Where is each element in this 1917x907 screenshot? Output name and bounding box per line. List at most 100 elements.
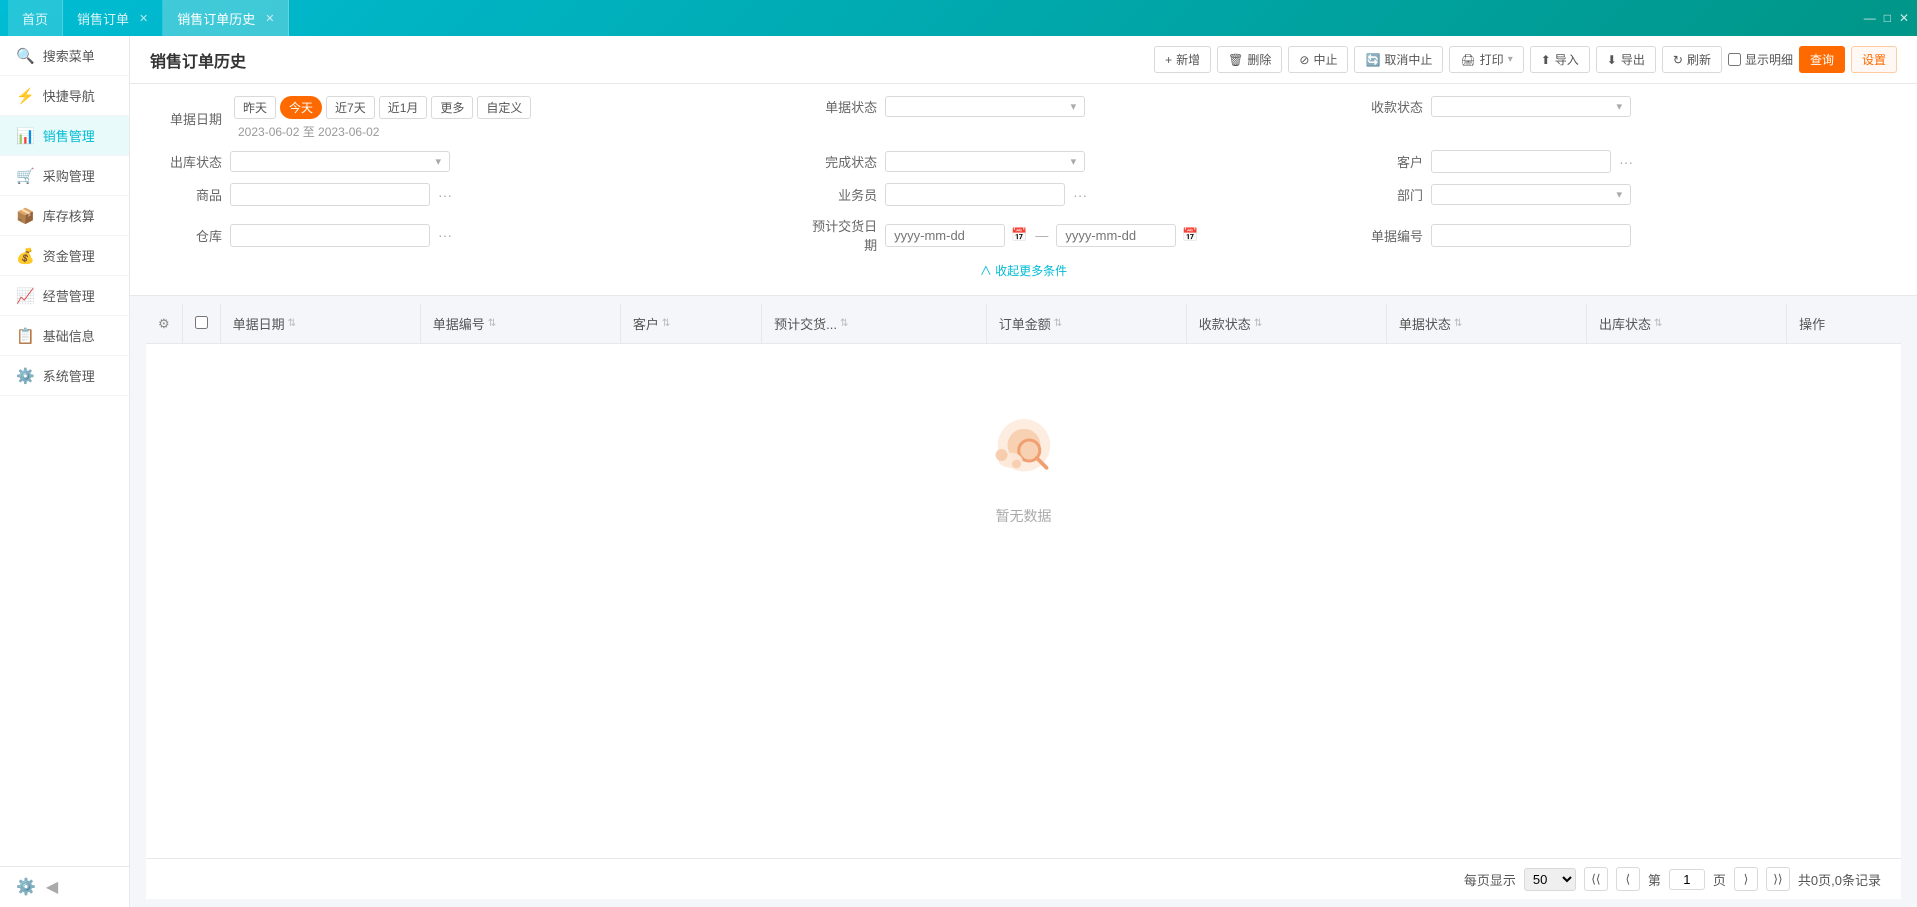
tab-sales-order-history[interactable]: 销售订单历史 ✕ — [163, 0, 289, 36]
cancel-stop-icon: 🔄 — [1365, 53, 1380, 67]
th-customer-label: 客户 — [633, 314, 659, 333]
collapse-btn[interactable]: ∧ 收起更多条件 — [150, 258, 1897, 283]
delete-button[interactable]: 🗑 删除 — [1217, 46, 1282, 73]
sidebar-item-basic-info[interactable]: 📋 基础信息 — [0, 316, 129, 356]
date-1month-btn[interactable]: 近1月 — [379, 96, 428, 119]
cancel-stop-button[interactable]: 🔄 取消中止 — [1354, 46, 1443, 73]
minimize-btn[interactable]: — — [1864, 11, 1876, 25]
sidebar: 🔍 搜索菜单 ⚡ 快捷导航 📊 销售管理 🛒 采购管理 📦 库存核算 💰 资金管… — [0, 36, 130, 907]
page-title: 销售订单历史 — [150, 48, 246, 72]
payment-status-select[interactable]: ▾ — [1431, 96, 1631, 117]
tab-home[interactable]: 首页 — [8, 0, 63, 36]
date-today-btn[interactable]: 今天 — [280, 96, 322, 119]
last-page-btn[interactable]: ⟩⟩ — [1766, 867, 1790, 891]
close-btn[interactable]: ✕ — [1899, 11, 1909, 25]
tab-sales-order-label: 销售订单 — [77, 9, 129, 28]
customer-dots-btn[interactable]: ··· — [1611, 152, 1641, 172]
print-label: 打印 — [1480, 51, 1504, 68]
goods-dots-btn[interactable]: ··· — [430, 185, 460, 205]
th-doc-date-sort[interactable]: 单据日期 ⇅ — [233, 314, 408, 333]
sidebar-item-operations[interactable]: 📈 经营管理 — [0, 276, 129, 316]
th-payment-status-label: 收款状态 — [1199, 314, 1251, 333]
warehouse-dots-btn[interactable]: ··· — [430, 225, 460, 245]
warehouse-input[interactable] — [230, 224, 430, 247]
warehouse-label: 仓库 — [150, 226, 230, 245]
sidebar-item-capital[interactable]: 💰 资金管理 — [0, 236, 129, 276]
capital-icon: 💰 — [16, 247, 35, 265]
complete-status-select[interactable]: ▾ — [885, 151, 1085, 172]
salesperson-dots-btn[interactable]: ··· — [1065, 185, 1095, 205]
sidebar-item-purchase-mgmt[interactable]: 🛒 采购管理 — [0, 156, 129, 196]
sidebar-collapse-icon[interactable]: ◀ — [46, 877, 58, 897]
settings-button[interactable]: 设置 — [1851, 46, 1897, 73]
page-size-select[interactable]: 50 10 20 100 — [1524, 868, 1576, 891]
th-delivery-date-label: 预计交货... — [774, 314, 837, 333]
maximize-btn[interactable]: □ — [1884, 11, 1891, 25]
salesperson-label: 业务员 — [805, 185, 885, 204]
sidebar-item-sales-mgmt[interactable]: 📊 销售管理 — [0, 116, 129, 156]
tab-sales-order-history-close[interactable]: ✕ — [265, 12, 274, 25]
sidebar-item-quick-nav[interactable]: ⚡ 快捷导航 — [0, 76, 129, 116]
sidebar-item-system[interactable]: ⚙️ 系统管理 — [0, 356, 129, 396]
stop-button[interactable]: ⊘ 中止 — [1288, 46, 1348, 73]
collapse-label: ∧ 收起更多条件 — [980, 264, 1067, 278]
export-button[interactable]: ⬇ 导出 — [1596, 46, 1656, 73]
select-all-checkbox[interactable] — [195, 316, 208, 329]
customer-input[interactable] — [1431, 150, 1611, 173]
doc-status-select[interactable]: ▾ — [885, 96, 1085, 117]
delivery-date-end[interactable] — [1056, 224, 1176, 247]
page-size-label: 每页显示 — [1464, 870, 1516, 889]
print-button[interactable]: 🖨 打印 ▾ — [1449, 46, 1523, 73]
date-more-btn[interactable]: 更多 — [431, 96, 473, 119]
customer-label: 客户 — [1351, 152, 1431, 171]
th-doc-status-sort[interactable]: 单据状态 ⇅ — [1399, 314, 1574, 333]
layout: 🔍 搜索菜单 ⚡ 快捷导航 📊 销售管理 🛒 采购管理 📦 库存核算 💰 资金管… — [0, 36, 1917, 907]
sidebar-settings-icon[interactable]: ⚙️ — [16, 877, 36, 897]
th-payment-status-sort[interactable]: 收款状态 ⇅ — [1199, 314, 1374, 333]
import-button[interactable]: ⬆ 导入 — [1530, 46, 1590, 73]
th-delivery-status-sort[interactable]: 出库状态 ⇅ — [1599, 314, 1774, 333]
tab-sales-order[interactable]: 销售订单 ✕ — [63, 0, 163, 36]
date-yesterday-btn[interactable]: 昨天 — [234, 96, 276, 119]
th-delivery-status-label: 出库状态 — [1599, 314, 1651, 333]
sidebar-item-search-menu-label: 搜索菜单 — [43, 46, 95, 65]
sales-mgmt-icon: 📊 — [16, 127, 35, 145]
table-settings-icon[interactable]: ⚙ — [158, 316, 170, 331]
department-select[interactable]: ▾ — [1431, 184, 1631, 205]
sidebar-item-search-menu[interactable]: 🔍 搜索菜单 — [0, 36, 129, 76]
tab-sales-order-close[interactable]: ✕ — [139, 12, 148, 25]
page-word: 第 — [1648, 870, 1661, 889]
page-number-input[interactable] — [1669, 869, 1705, 890]
doc-number-input[interactable] — [1431, 224, 1631, 247]
th-order-amount-sort[interactable]: 订单金额 ⇅ — [999, 314, 1174, 333]
stop-label: 中止 — [1313, 51, 1337, 68]
refresh-button[interactable]: ↻ 刷新 — [1662, 46, 1722, 73]
th-delivery-date-sort[interactable]: 预计交货... ⇅ — [774, 314, 974, 333]
tab-home-label: 首页 — [22, 9, 48, 28]
delivery-status-select[interactable]: ▾ — [230, 151, 450, 172]
salesperson-input[interactable] — [885, 183, 1065, 206]
delivery-date-start[interactable] — [885, 224, 1005, 247]
sidebar-item-inventory[interactable]: 📦 库存核算 — [0, 196, 129, 236]
th-doc-number-sort[interactable]: 单据编号 ⇅ — [433, 314, 608, 333]
date-custom-btn[interactable]: 自定义 — [477, 96, 531, 119]
refresh-icon: ↻ — [1673, 53, 1683, 67]
show-detail-checkbox[interactable] — [1728, 53, 1741, 66]
prev-page-btn[interactable]: ⟨ — [1616, 867, 1640, 891]
table-header-row: ⚙ 单据日期 ⇅ — [146, 304, 1901, 344]
system-icon: ⚙️ — [16, 367, 35, 385]
search-menu-icon: 🔍 — [16, 47, 35, 65]
show-detail-checkbox-label[interactable]: 显示明细 — [1728, 51, 1793, 68]
next-page-btn[interactable]: ⟩ — [1734, 867, 1758, 891]
sidebar-item-operations-label: 经营管理 — [43, 286, 95, 305]
sidebar-bottom: ⚙️ ◀ — [0, 866, 129, 907]
th-customer-sort[interactable]: 客户 ⇅ — [633, 314, 749, 333]
calendar-end-icon[interactable]: 📅 — [1182, 227, 1198, 243]
first-page-btn[interactable]: ⟨⟨ — [1584, 867, 1608, 891]
calendar-start-icon[interactable]: 📅 — [1011, 227, 1027, 243]
goods-input[interactable] — [230, 183, 430, 206]
date-7days-btn[interactable]: 近7天 — [326, 96, 375, 119]
new-button[interactable]: + 新增 — [1154, 46, 1211, 73]
customer-sort-icon: ⇅ — [662, 318, 670, 329]
query-button[interactable]: 查询 — [1799, 46, 1845, 73]
